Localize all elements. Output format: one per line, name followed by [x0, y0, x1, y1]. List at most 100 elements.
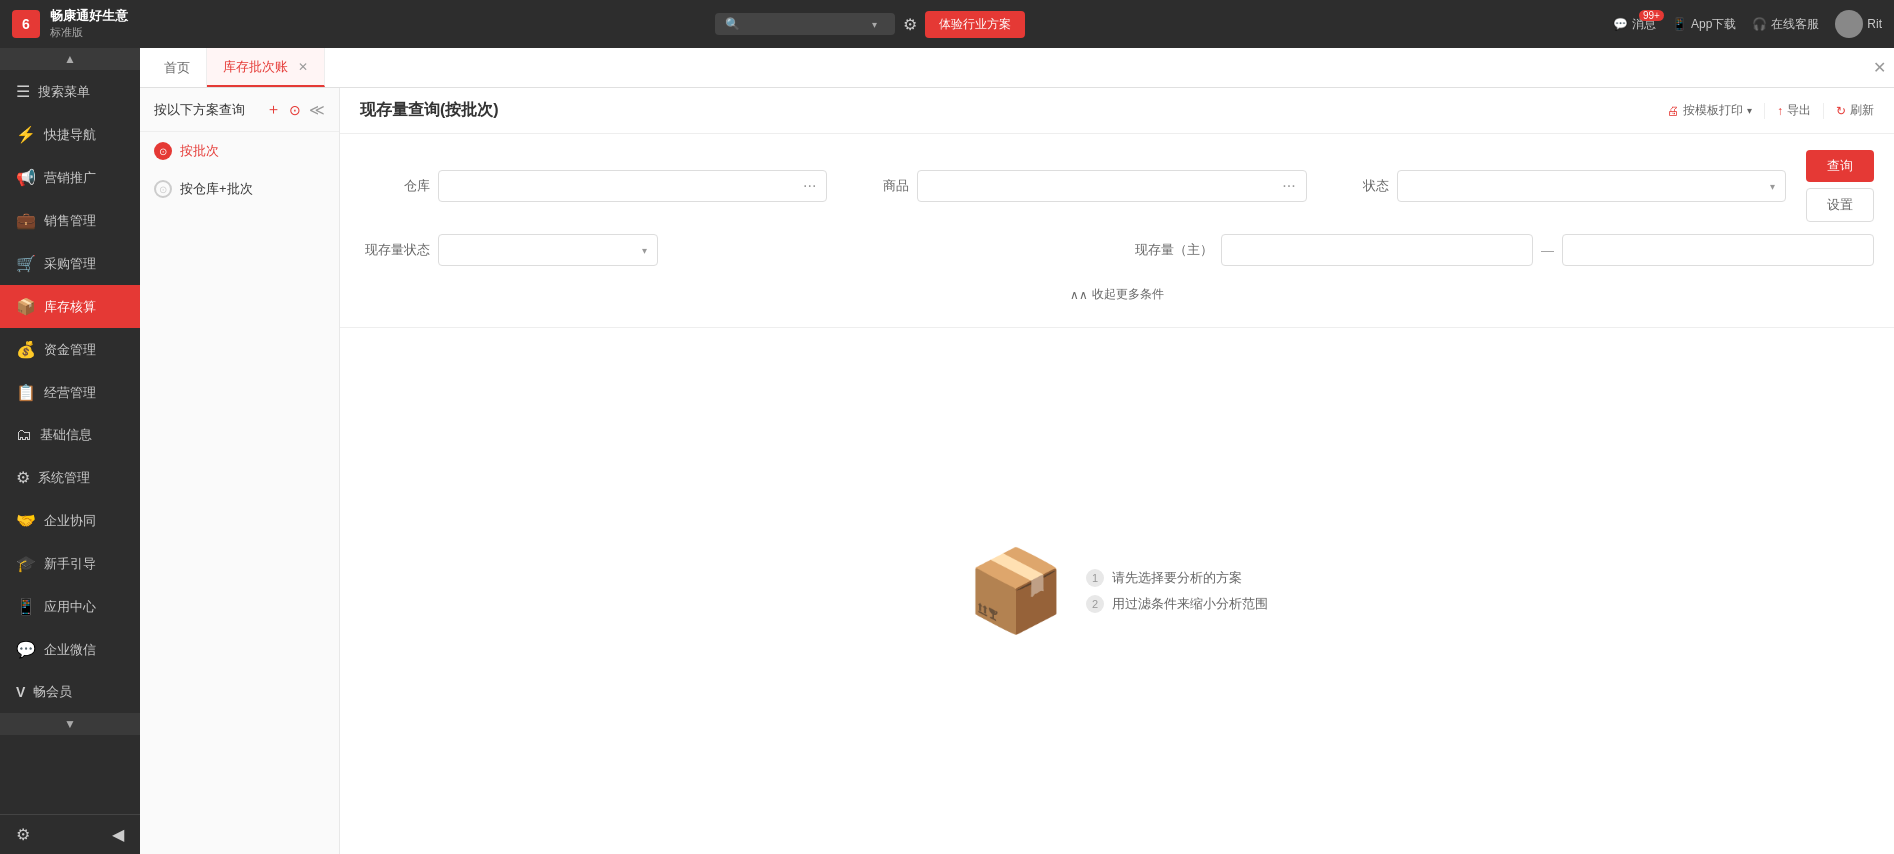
enterprise-icon: 🤝 [16, 511, 36, 530]
vip-icon: V [16, 684, 25, 700]
product-field: 商品 ··· [839, 170, 1306, 202]
sidebar-item-system[interactable]: ⚙ 系统管理 [0, 456, 140, 499]
topbar-right: 💬 消息 99+ 📱 App下载 🎧 在线客服 Rit [1613, 10, 1882, 38]
sidebar-item-sales[interactable]: 💼 销售管理 [0, 199, 140, 242]
topbar-left: 6 畅康通好生意 标准版 [12, 8, 128, 39]
sidebar-settings-icon[interactable]: ⚙ [16, 825, 30, 844]
sidebar-bottom: ⚙ ◀ [0, 814, 140, 854]
inventory-status-select[interactable]: ▾ [438, 234, 658, 266]
tab-bar-close-all-btn[interactable]: ✕ [1873, 58, 1886, 77]
print-dropdown-icon[interactable]: ▾ [1747, 105, 1752, 116]
app-title: 畅康通好生意 标准版 [50, 8, 128, 39]
product-dots-icon: ··· [1282, 177, 1295, 195]
filter-settings-icon[interactable]: ⊙ [289, 102, 301, 118]
app-logo: 6 [12, 10, 40, 38]
sidebar-item-operations[interactable]: 📋 经营管理 [0, 371, 140, 414]
export-action[interactable]: ↑ 导出 [1777, 102, 1811, 119]
operations-icon: 📋 [16, 383, 36, 402]
sidebar: ▲ ☰ 搜索菜单 ⚡ 快捷导航 📢 营销推广 💼 销售管理 🛒 采购管理 📦 库… [0, 48, 140, 854]
collapse-icon: ∧∧ [1070, 288, 1088, 302]
content-area: 首页 库存批次账 ✕ ✕ 按以下方案查询 ＋ ⊙ ≪ [140, 48, 1894, 854]
settings-button[interactable]: 设置 [1806, 188, 1874, 222]
status-select-arrow: ▾ [1770, 181, 1775, 192]
online-service-btn[interactable]: 🎧 在线客服 [1752, 16, 1819, 33]
inventory-status-label: 现存量状态 [360, 241, 430, 259]
filter-item-batch-icon: ⊙ [154, 142, 172, 160]
sidebar-item-newbie[interactable]: 🎓 新手引导 [0, 542, 140, 585]
system-icon: ⚙ [16, 468, 30, 487]
topbar-gear-icon[interactable]: ⚙ [903, 15, 917, 34]
warehouse-dots-icon: ··· [803, 177, 816, 195]
user-avatar[interactable]: Rit [1835, 10, 1882, 38]
empty-state: 📦 1 请先选择要分析的方案 2 用过滤条件来缩小分析范围 [340, 328, 1894, 854]
query-button[interactable]: 查询 [1806, 150, 1874, 182]
sidebar-item-search-menu[interactable]: ☰ 搜索菜单 [0, 70, 140, 113]
sidebar-item-basics[interactable]: 🗂 基础信息 [0, 414, 140, 456]
tab-inventory-batch[interactable]: 库存批次账 ✕ [207, 48, 325, 87]
range-dash: — [1541, 243, 1554, 258]
action-divider-2 [1823, 103, 1824, 119]
product-input[interactable]: ··· [917, 170, 1306, 202]
sidebar-item-app-center[interactable]: 📱 应用中心 [0, 585, 140, 628]
warehouse-label: 仓库 [360, 177, 430, 195]
inventory-qty-range: — [1221, 234, 1874, 266]
sidebar-item-vip-club[interactable]: V 畅会员 [0, 671, 140, 713]
sidebar-scroll-down[interactable]: ▼ [0, 713, 140, 735]
avatar-img [1835, 10, 1863, 38]
sidebar-item-shortcut-nav[interactable]: ⚡ 快捷导航 [0, 113, 140, 156]
filter-collapse-icon[interactable]: ≪ [309, 101, 325, 119]
purchase-icon: 🛒 [16, 254, 36, 273]
search-actions: 查询 设置 [1806, 150, 1874, 222]
headset-icon: 🎧 [1752, 17, 1767, 31]
filter-panel: 按以下方案查询 ＋ ⊙ ≪ ⊙ 按批次 ⊙ 按仓库+批次 [140, 88, 340, 854]
inventory-icon: 📦 [16, 297, 36, 316]
messages-btn[interactable]: 💬 消息 99+ [1613, 16, 1656, 33]
tab-home[interactable]: 首页 [148, 48, 207, 87]
sidebar-item-enterprise-wechat[interactable]: 💬 企业微信 [0, 628, 140, 671]
tab-close-icon[interactable]: ✕ [298, 60, 308, 74]
inventory-qty-label: 现存量（主） [1123, 241, 1213, 259]
page-title-actions: 🖨 按模板打印 ▾ ↑ 导出 ↻ 刷新 [1667, 102, 1874, 119]
topbar-search-input[interactable] [746, 17, 866, 31]
sidebar-item-inventory[interactable]: 📦 库存核算 [0, 285, 140, 328]
collapse-more-conditions[interactable]: ∧∧ 收起更多条件 [360, 278, 1874, 311]
filter-item-by-batch[interactable]: ⊙ 按批次 [140, 132, 339, 170]
refresh-action[interactable]: ↻ 刷新 [1836, 102, 1874, 119]
topbar-search-box[interactable]: 🔍 ▾ [715, 13, 895, 35]
status-field: 状态 ▾ [1319, 170, 1786, 202]
shortcut-nav-icon: ⚡ [16, 125, 36, 144]
app-download-btn[interactable]: 📱 App下载 [1672, 16, 1736, 33]
warehouse-input[interactable]: ··· [438, 170, 827, 202]
inventory-status-select-arrow: ▾ [642, 245, 647, 256]
inventory-status-field: 现存量状态 ▾ [360, 234, 1111, 266]
page-content: 按以下方案查询 ＋ ⊙ ≪ ⊙ 按批次 ⊙ 按仓库+批次 [140, 88, 1894, 854]
empty-tips: 1 请先选择要分析的方案 2 用过滤条件来缩小分析范围 [1086, 569, 1268, 613]
print-action[interactable]: 🖨 按模板打印 ▾ [1667, 102, 1752, 119]
inventory-qty-min[interactable] [1221, 234, 1533, 266]
filter-item-by-warehouse-batch[interactable]: ⊙ 按仓库+批次 [140, 170, 339, 208]
warehouse-field: 仓库 ··· [360, 170, 827, 202]
newbie-icon: 🎓 [16, 554, 36, 573]
empty-state-content: 📦 1 请先选择要分析的方案 2 用过滤条件来缩小分析范围 [966, 551, 1268, 631]
sidebar-item-enterprise[interactable]: 🤝 企业协同 [0, 499, 140, 542]
action-divider-1 [1764, 103, 1765, 119]
right-panel: 现存量查询(按批次) 🖨 按模板打印 ▾ ↑ 导出 [340, 88, 1894, 854]
topbar-chevron-icon: ▾ [872, 19, 877, 30]
search-form: 仓库 ··· 商品 ··· [340, 134, 1894, 328]
empty-icon: 📦 [966, 551, 1066, 631]
sidebar-scroll-up[interactable]: ▲ [0, 48, 140, 70]
experience-btn[interactable]: 体验行业方案 [925, 11, 1025, 38]
inventory-qty-max[interactable] [1562, 234, 1874, 266]
status-select[interactable]: ▾ [1397, 170, 1786, 202]
sidebar-item-purchase[interactable]: 🛒 采购管理 [0, 242, 140, 285]
sales-icon: 💼 [16, 211, 36, 230]
refresh-icon: ↻ [1836, 104, 1846, 118]
filter-add-icon[interactable]: ＋ [266, 100, 281, 119]
main-layout: ▲ ☰ 搜索菜单 ⚡ 快捷导航 📢 营销推广 💼 销售管理 🛒 采购管理 📦 库… [0, 48, 1894, 854]
status-label: 状态 [1319, 177, 1389, 195]
print-icon: 🖨 [1667, 104, 1679, 118]
sidebar-collapse-icon[interactable]: ◀ [112, 825, 124, 844]
page-title: 现存量查询(按批次) [360, 100, 499, 121]
sidebar-item-finance[interactable]: 💰 资金管理 [0, 328, 140, 371]
sidebar-item-marketing[interactable]: 📢 营销推广 [0, 156, 140, 199]
